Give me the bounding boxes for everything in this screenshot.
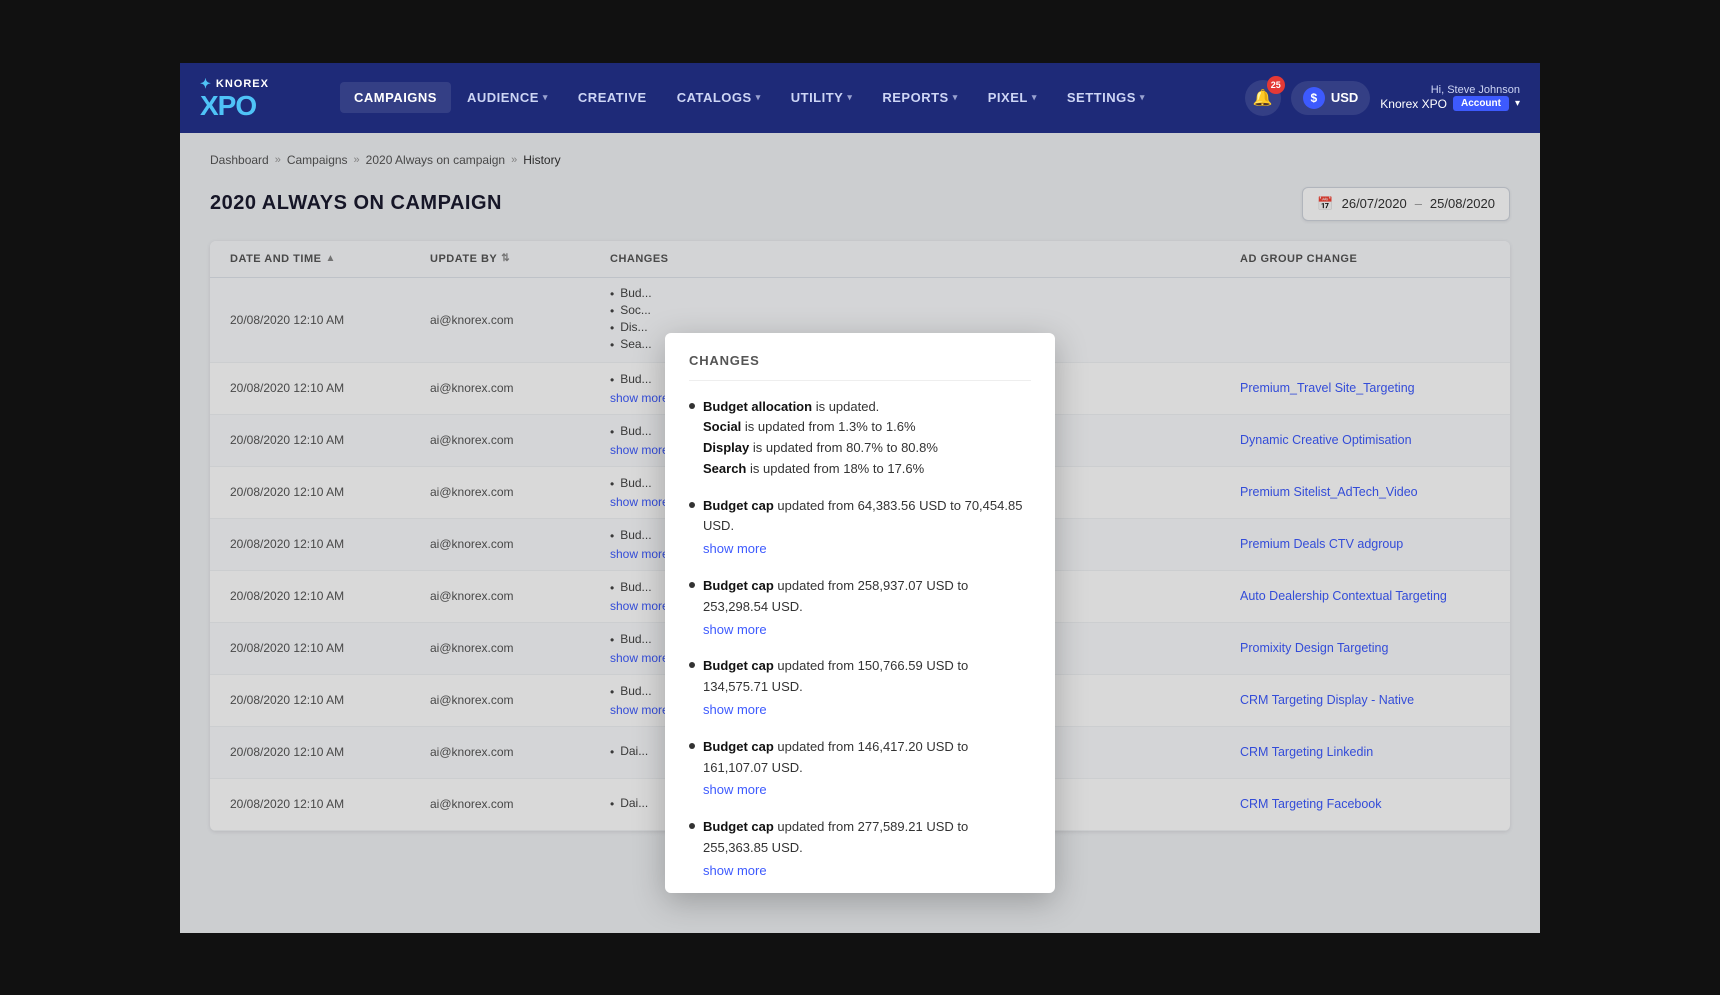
display-label: Display xyxy=(703,440,749,455)
modal-changes-list: Budget allocation is updated. Social is … xyxy=(689,397,1031,893)
modal-show-more-4[interactable]: show more xyxy=(703,780,1031,801)
notification-badge: 25 xyxy=(1267,76,1285,94)
catalogs-chevron-icon: ▾ xyxy=(756,92,761,103)
dollar-icon: $ xyxy=(1310,91,1317,105)
search-label: Search xyxy=(703,461,746,476)
search-from: 18% xyxy=(843,461,869,476)
navbar: ✦ KNOREX XPO CAMPAIGNS AUDIENCE ▾ CREATI… xyxy=(180,63,1540,133)
nav-item-reports[interactable]: REPORTS ▾ xyxy=(868,82,971,113)
nav-item-catalogs[interactable]: CATALOGS ▾ xyxy=(663,82,775,113)
changes-modal: CHANGES Budget allocation is updated. So… xyxy=(665,333,1055,893)
content-area: Dashboard » Campaigns » 2020 Always on c… xyxy=(180,133,1540,933)
nav-items: CAMPAIGNS AUDIENCE ▾ CREATIVE CATALOGS ▾… xyxy=(340,82,1245,113)
social-label: Social xyxy=(703,419,741,434)
modal-change-text: Budget cap updated from 64,383.56 USD to… xyxy=(703,496,1031,560)
audience-chevron-icon: ▾ xyxy=(543,92,548,103)
modal-change-text: Budget cap updated from 150,766.59 USD t… xyxy=(703,656,1031,720)
settings-chevron-icon: ▾ xyxy=(1140,92,1145,103)
nav-item-pixel[interactable]: PIXEL ▾ xyxy=(974,82,1051,113)
logo-xpo: XPO xyxy=(200,92,310,120)
modal-show-more-2[interactable]: show more xyxy=(703,620,1031,641)
modal-change-item: Budget cap updated from 150,766.59 USD t… xyxy=(689,656,1031,720)
item2-prefix: Budget cap xyxy=(703,578,774,593)
currency-label: USD xyxy=(1331,90,1358,105)
item5-prefix: Budget cap xyxy=(703,819,774,834)
dollar-circle: $ xyxy=(1303,87,1325,109)
item3-prefix: Budget cap xyxy=(703,658,774,673)
user-greeting: Hi, Steve Johnson xyxy=(1431,84,1520,96)
nav-item-campaigns[interactable]: CAMPAIGNS xyxy=(340,82,451,113)
modal-bullet-icon xyxy=(689,823,695,829)
search-to: 17.6% xyxy=(887,461,924,476)
modal-change-text: Budget cap updated from 146,417.20 USD t… xyxy=(703,737,1031,801)
modal-bullet-icon xyxy=(689,662,695,668)
budget-alloc-label: Budget allocation xyxy=(703,399,812,414)
modal-bullet-icon xyxy=(689,743,695,749)
modal-show-more-5[interactable]: show more xyxy=(703,861,1031,882)
nav-item-utility[interactable]: UTILITY ▾ xyxy=(777,82,867,113)
app-container: ✦ KNOREX XPO CAMPAIGNS AUDIENCE ▾ CREATI… xyxy=(180,63,1540,933)
outer-wrapper: ✦ KNOREX XPO CAMPAIGNS AUDIENCE ▾ CREATI… xyxy=(0,0,1720,995)
modal-change-item: Budget cap updated from 277,589.21 USD t… xyxy=(689,817,1031,881)
brand-name: KNOREX xyxy=(216,78,269,90)
social-to: 1.6% xyxy=(886,419,916,434)
display-from: 80.7% xyxy=(846,440,883,455)
modal-bullet-icon xyxy=(689,582,695,588)
modal-show-more-1[interactable]: show more xyxy=(703,539,1031,560)
nav-item-settings[interactable]: SETTINGS ▾ xyxy=(1053,82,1159,113)
notification-button[interactable]: 🔔 25 xyxy=(1245,80,1281,116)
social-from: 1.3% xyxy=(838,419,868,434)
modal-title: CHANGES xyxy=(689,353,1031,381)
modal-change-item: Budget allocation is updated. Social is … xyxy=(689,397,1031,480)
modal-change-item: Budget cap updated from 146,417.20 USD t… xyxy=(689,737,1031,801)
item1-prefix: Budget cap xyxy=(703,498,774,513)
pixel-chevron-icon: ▾ xyxy=(1032,92,1037,103)
nav-item-creative[interactable]: CREATIVE xyxy=(564,82,661,113)
modal-bullet-icon xyxy=(689,502,695,508)
modal-change-text: Budget allocation is updated. Social is … xyxy=(703,397,938,480)
account-badge[interactable]: Account xyxy=(1453,96,1509,111)
nav-item-audience[interactable]: AUDIENCE ▾ xyxy=(453,82,562,113)
user-account: Knorex XPO Account ▾ xyxy=(1380,96,1520,111)
modal-change-item: Budget cap updated from 258,937.07 USD t… xyxy=(689,576,1031,640)
utility-chevron-icon: ▾ xyxy=(847,92,852,103)
user-area[interactable]: Hi, Steve Johnson Knorex XPO Account ▾ xyxy=(1380,84,1520,111)
nav-right: 🔔 25 $ USD Hi, Steve Johnson Knorex XPO … xyxy=(1245,80,1520,116)
modal-bullet-icon xyxy=(689,403,695,409)
reports-chevron-icon: ▾ xyxy=(953,92,958,103)
display-to: 80.8% xyxy=(901,440,938,455)
modal-change-text: Budget cap updated from 258,937.07 USD t… xyxy=(703,576,1031,640)
modal-change-item: Budget cap updated from 64,383.56 USD to… xyxy=(689,496,1031,560)
modal-change-text: Budget cap updated from 277,589.21 USD t… xyxy=(703,817,1031,881)
user-chevron-icon: ▾ xyxy=(1515,98,1520,109)
modal-show-more-3[interactable]: show more xyxy=(703,700,1031,721)
logo-area: ✦ KNOREX XPO xyxy=(200,76,310,120)
currency-button[interactable]: $ USD xyxy=(1291,81,1370,115)
item4-prefix: Budget cap xyxy=(703,739,774,754)
user-brand: Knorex XPO xyxy=(1380,97,1447,111)
